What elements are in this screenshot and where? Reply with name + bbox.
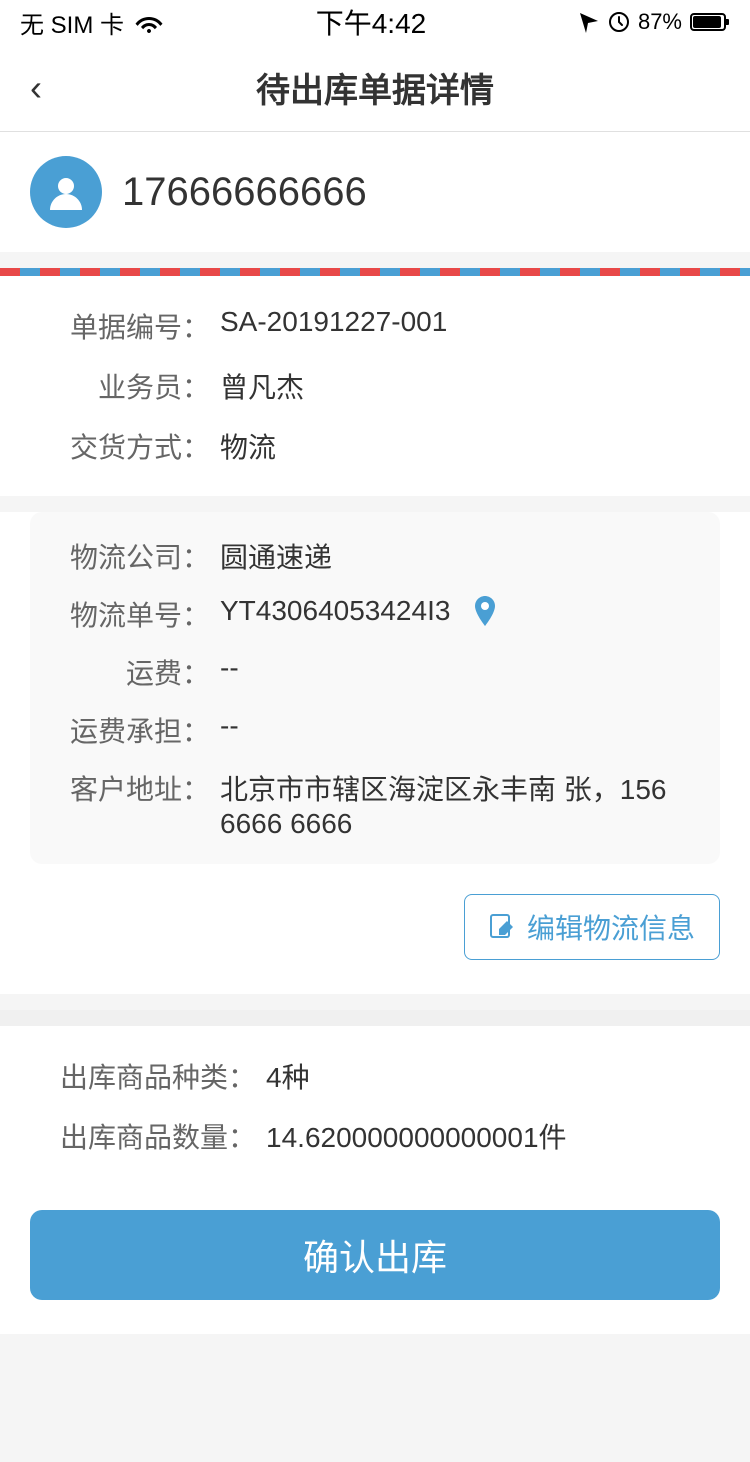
logistics-bearer-row: 运费承担： --	[60, 710, 690, 750]
salesman-value: 曾凡杰	[220, 366, 690, 406]
logistics-freight-label: 运费：	[60, 652, 210, 692]
order-no-label: 单据编号：	[60, 306, 210, 346]
clock-icon	[608, 11, 630, 33]
salesman-label: 业务员：	[60, 366, 210, 406]
carrier-text: 无 SIM 卡	[20, 5, 124, 40]
logistics-tracking-value: YT43064053424I3	[220, 594, 690, 628]
logistics-address-row: 客户地址： 北京市市辖区海淀区永丰南 张，156 6666 6666	[60, 768, 690, 840]
edit-logistics-button[interactable]: 编辑物流信息	[464, 894, 720, 960]
gray-divider	[0, 1010, 750, 1026]
edit-icon	[489, 913, 517, 941]
dashed-divider	[0, 268, 750, 276]
salesman-row: 业务员： 曾凡杰	[60, 366, 690, 406]
status-left: 无 SIM 卡	[20, 5, 164, 40]
back-button[interactable]: ‹	[30, 67, 42, 109]
logistics-company-value: 圆通速递	[220, 536, 690, 576]
person-icon	[46, 172, 86, 212]
logistics-company-row: 物流公司： 圆通速递	[60, 536, 690, 576]
user-phone: 17666666666	[122, 170, 367, 215]
inventory-quantity-label: 出库商品数量：	[60, 1116, 256, 1156]
delivery-value: 物流	[220, 426, 690, 466]
logistics-company-label: 物流公司：	[60, 536, 210, 576]
inventory-quantity-value: 14.620000000000001件	[266, 1116, 690, 1156]
status-right: 87%	[578, 9, 730, 35]
logistics-freight-value: --	[220, 652, 690, 684]
logistics-address-label: 客户地址：	[60, 768, 210, 808]
delivery-label: 交货方式：	[60, 426, 210, 466]
confirm-btn-wrapper: 确认出库	[0, 1190, 750, 1334]
logistics-freight-row: 运费： --	[60, 652, 690, 692]
edit-btn-container: 编辑物流信息	[0, 884, 750, 984]
inventory-info: 出库商品种类： 4种 出库商品数量： 14.620000000000001件	[0, 1026, 750, 1186]
confirm-outbound-button[interactable]: 确认出库	[30, 1210, 720, 1300]
logistics-tracking-row: 物流单号： YT43064053424I3	[60, 594, 690, 634]
status-time: 下午4:42	[316, 2, 427, 42]
logistics-tracking-label: 物流单号：	[60, 594, 210, 634]
battery-text: 87%	[638, 9, 682, 35]
logistics-address-value: 北京市市辖区海淀区永丰南 张，156 6666 6666	[220, 768, 690, 840]
page-title: 待出库单据详情	[256, 63, 494, 112]
nav-bar: ‹ 待出库单据详情	[0, 44, 750, 132]
battery-icon	[690, 12, 730, 32]
delivery-row: 交货方式： 物流	[60, 426, 690, 466]
inventory-type-row: 出库商品种类： 4种	[60, 1056, 690, 1096]
order-no-row: 单据编号： SA-20191227-001	[60, 306, 690, 346]
order-info-block: 单据编号： SA-20191227-001 业务员： 曾凡杰 交货方式： 物流	[0, 276, 750, 496]
location-arrow-icon	[578, 11, 600, 33]
status-bar: 无 SIM 卡 下午4:42 87%	[0, 0, 750, 44]
logistics-bearer-label: 运费承担：	[60, 710, 210, 750]
location-pin-icon	[468, 594, 502, 628]
inventory-type-label: 出库商品种类：	[60, 1056, 256, 1096]
user-avatar	[30, 156, 102, 228]
user-header: 17666666666	[0, 132, 750, 252]
logistics-section: 物流公司： 圆通速递 物流单号： YT43064053424I3 运费：	[0, 512, 750, 994]
wifi-icon	[134, 11, 164, 33]
logistics-bearer-value: --	[220, 710, 690, 742]
inventory-type-value: 4种	[266, 1056, 690, 1096]
inventory-quantity-row: 出库商品数量： 14.620000000000001件	[60, 1116, 690, 1156]
order-no-value: SA-20191227-001	[220, 306, 690, 338]
logistics-card: 物流公司： 圆通速递 物流单号： YT43064053424I3 运费：	[30, 512, 720, 864]
